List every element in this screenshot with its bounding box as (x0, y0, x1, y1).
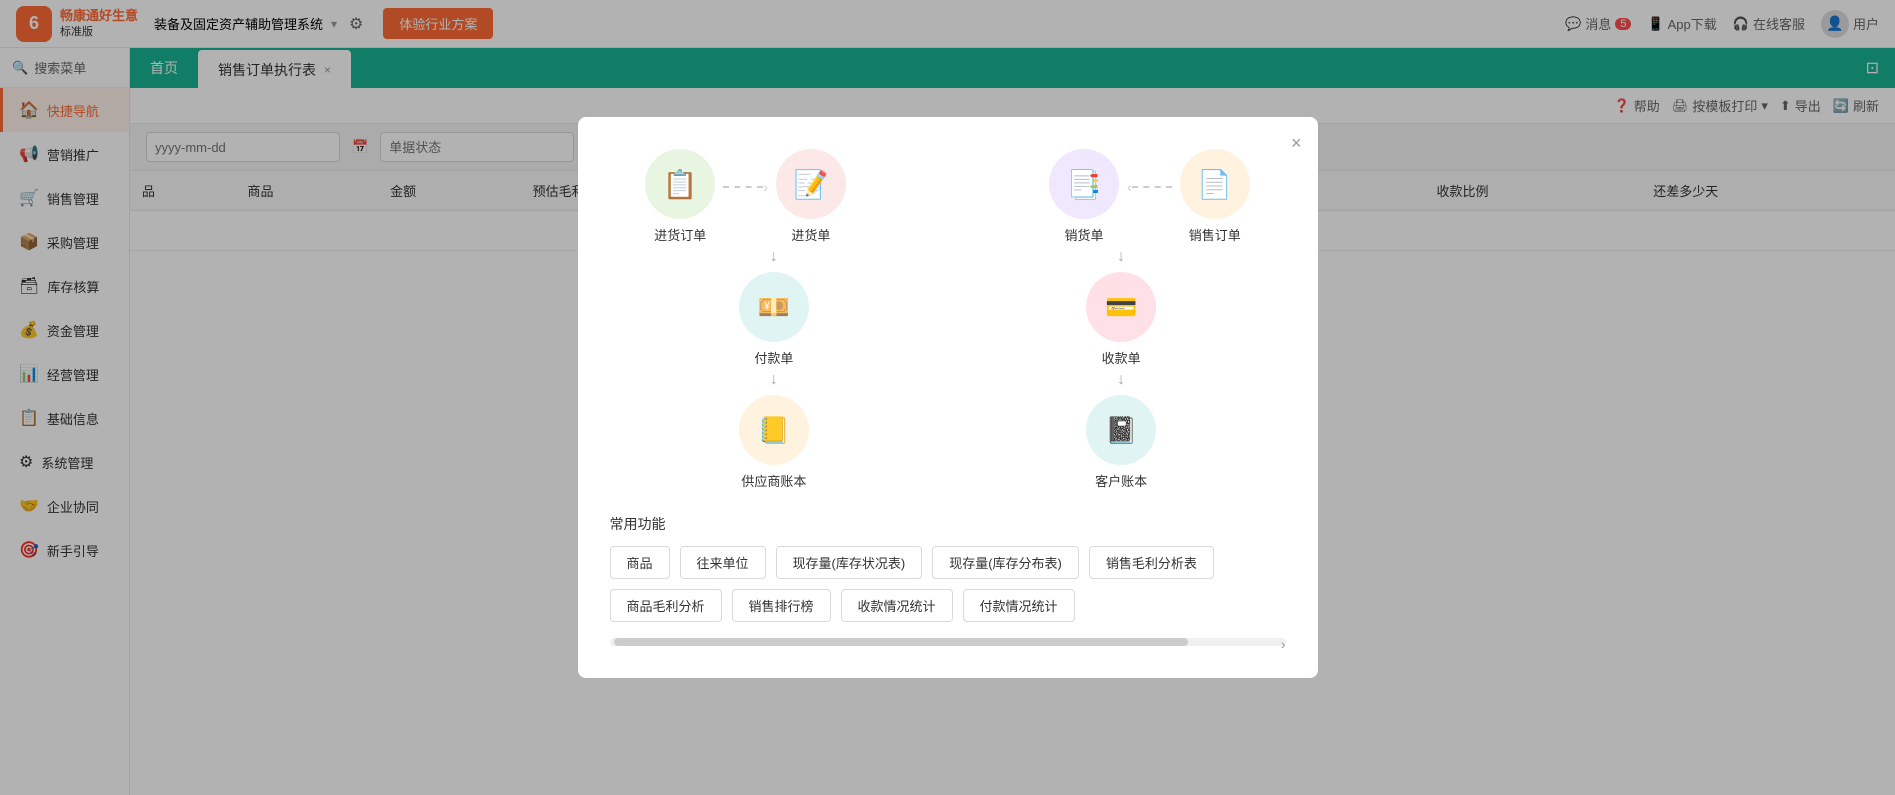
purchase-bill-icon: 📝 (776, 149, 846, 219)
sales-order-icon: 📄 (1180, 149, 1250, 219)
popup-close-button[interactable]: × (1291, 133, 1302, 154)
common-functions: 常用功能 商品 往来单位 现存量(库存状况表) 现存量(库存分布表) 销售毛利分… (610, 514, 1286, 622)
flow-node-supplier-ledger: 📒 供应商账本 (739, 395, 809, 490)
popup-scrollbar[interactable]: › (610, 638, 1286, 646)
flow-node-sales-order: 📄 销售订单 (1180, 149, 1250, 244)
customer-ledger-icon: 📓 (1086, 395, 1156, 465)
supplier-ledger-icon: 📒 (739, 395, 809, 465)
purchase-order-icon: 📋 (645, 149, 715, 219)
popup: × 📋 进货订单 › 📝 进货单 (578, 117, 1318, 678)
flow-node-receipt: 💳 收款单 (1086, 272, 1156, 367)
payment-icon: 💴 (739, 272, 809, 342)
flow-node-customer-ledger: 📓 客户账本 (1086, 395, 1156, 490)
sales-bill-icon: 📑 (1049, 149, 1119, 219)
func-btn-7[interactable]: 收款情况统计 (841, 589, 953, 622)
receipt-icon: 💳 (1086, 272, 1156, 342)
func-btn-5[interactable]: 商品毛利分析 (610, 589, 722, 622)
flow-node-purchase-order: 📋 进货订单 (645, 149, 715, 244)
flow-node-payment: 💴 付款单 (739, 272, 809, 367)
popup-scrollbar-thumb (614, 638, 1189, 646)
popup-overlay[interactable]: × 📋 进货订单 › 📝 进货单 (0, 0, 1895, 795)
flow-node-purchase-bill: 📝 进货单 (776, 149, 846, 244)
common-functions-title: 常用功能 (610, 514, 1286, 534)
func-btn-3[interactable]: 现存量(库存分布表) (932, 546, 1079, 579)
func-btn-0[interactable]: 商品 (610, 546, 670, 579)
func-btn-8[interactable]: 付款情况统计 (963, 589, 1075, 622)
function-buttons: 商品 往来单位 现存量(库存状况表) 现存量(库存分布表) 销售毛利分析表 商品… (610, 546, 1286, 622)
scroll-right-btn[interactable]: › (1281, 636, 1286, 652)
func-btn-6[interactable]: 销售排行榜 (732, 589, 831, 622)
func-btn-4[interactable]: 销售毛利分析表 (1089, 546, 1214, 579)
func-btn-2[interactable]: 现存量(库存状况表) (776, 546, 923, 579)
flow-node-sales-bill: 📑 销货单 (1049, 149, 1119, 244)
flow-diagram: 📋 进货订单 › 📝 进货单 (610, 149, 1286, 490)
func-btn-1[interactable]: 往来单位 (680, 546, 766, 579)
